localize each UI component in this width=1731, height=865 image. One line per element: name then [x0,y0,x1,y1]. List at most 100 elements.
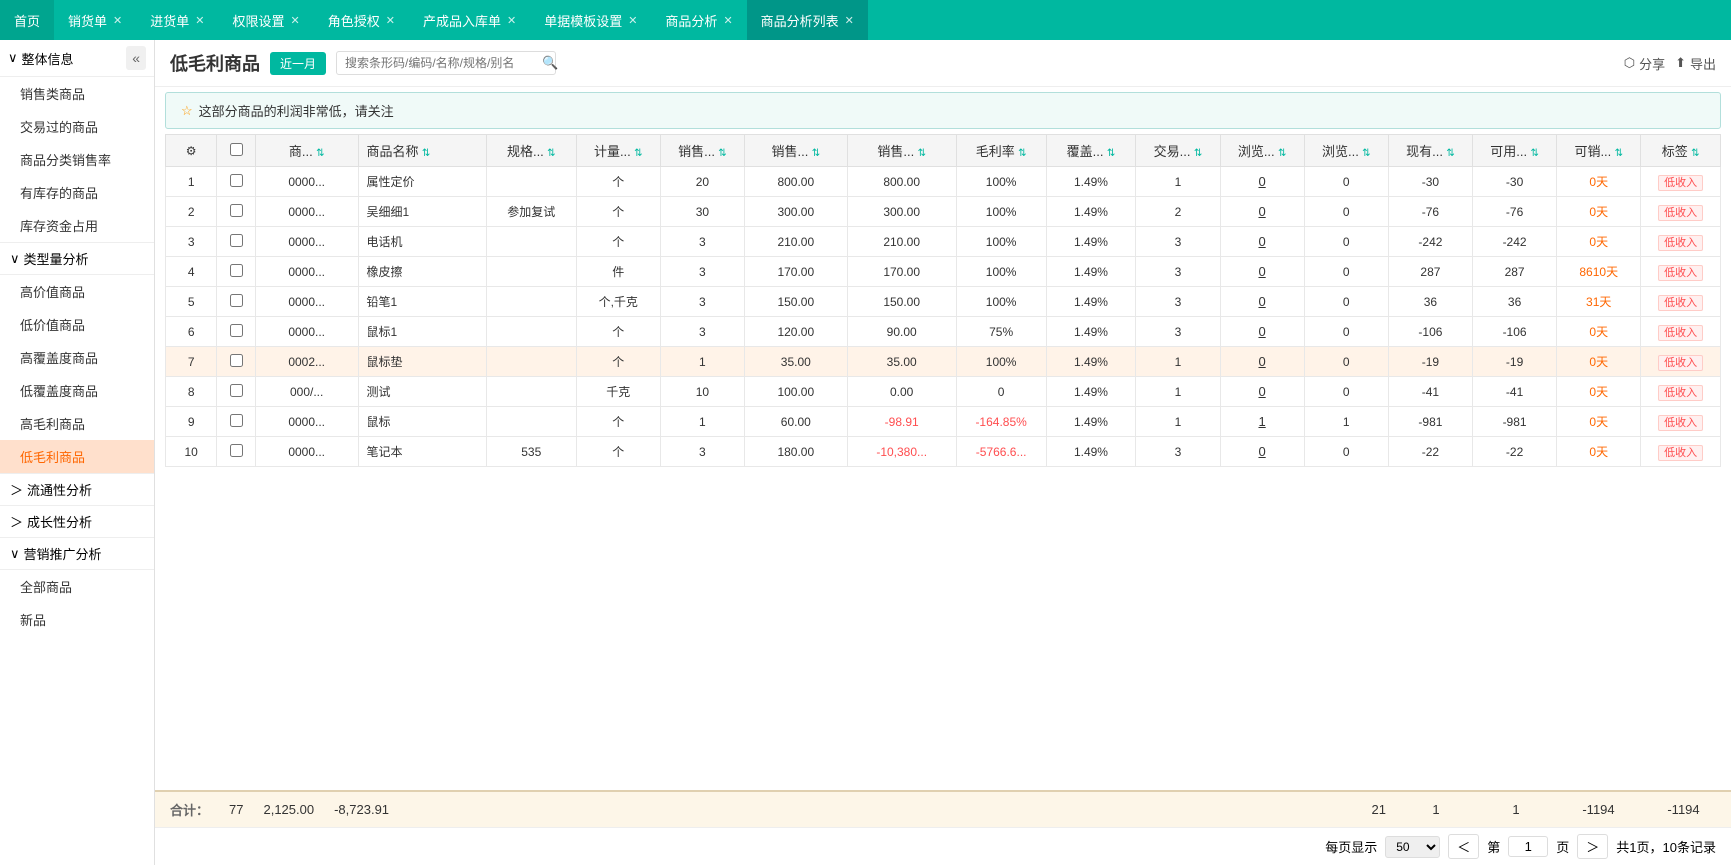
row-view1-1[interactable]: 0 [1220,167,1304,197]
next-page-button[interactable]: ＞ [1577,834,1608,859]
row-avail-stock-1: -30 [1473,167,1557,197]
th-checkbox[interactable] [217,135,256,167]
row-gross-rate-1: 100% [956,167,1046,197]
row-view1-3[interactable]: 0 [1220,227,1304,257]
row-avail-stock-6: -106 [1473,317,1557,347]
sidebar-item-high-coverage[interactable]: 高覆盖度商品 [0,341,154,374]
row-checkbox-7[interactable] [217,347,256,377]
row-view1-7[interactable]: 0 [1220,347,1304,377]
sidebar-collapse-button[interactable]: « [126,46,146,70]
th-settings[interactable]: ⚙ [166,135,217,167]
th-sale-amount[interactable]: 销售... ⇅ [847,135,956,167]
nav-item-analysis-list[interactable]: 商品分析列表 ✕ [747,0,868,40]
sidebar-item-stocked-goods[interactable]: 有库存的商品 [0,176,154,209]
nav-item-home[interactable]: 首页 [0,0,54,40]
row-sale-qty-7: 1 [660,347,744,377]
page-number-input[interactable] [1508,836,1548,857]
th-avail-stock[interactable]: 可用... ⇅ [1473,135,1557,167]
row-view1-6[interactable]: 0 [1220,317,1304,347]
th-code[interactable]: 商... ⇅ [255,135,358,167]
row-sale-days-6: 0天 [1557,317,1641,347]
row-checkbox-5[interactable] [217,287,256,317]
sidebar-group-marketing[interactable]: ∨ 营销推广分析 [0,537,154,570]
nav-templates-label: 单据模板设置 [544,11,622,30]
row-trans-7: 1 [1136,347,1220,377]
nav-roles-close[interactable]: ✕ [386,14,395,27]
pagination: 每页显示 50 100 200 ＜ 第 页 ＞ 共1页，10条记录 [155,827,1731,865]
th-view1[interactable]: 浏览... ⇅ [1220,135,1304,167]
prev-page-button[interactable]: ＜ [1448,834,1479,859]
row-view1-4[interactable]: 0 [1220,257,1304,287]
nav-item-roles[interactable]: 角色授权 ✕ [314,0,409,40]
share-button[interactable]: ⬡ 分享 [1624,54,1665,73]
sidebar-group-overall[interactable]: ∨ 整体信息 [8,49,74,68]
th-trans[interactable]: 交易... ⇅ [1136,135,1220,167]
row-view1-9[interactable]: 1 [1220,407,1304,437]
sidebar-group-growth-analysis[interactable]: ＞ 成长性分析 [0,505,154,537]
nav-permissions-close[interactable]: ✕ [291,14,300,27]
row-view1-10[interactable]: 0 [1220,437,1304,467]
th-sale-days[interactable]: 可销... ⇅ [1557,135,1641,167]
row-checkbox-1[interactable] [217,167,256,197]
nav-item-purchase[interactable]: 进货单 ✕ [136,0,218,40]
nav-item-templates[interactable]: 单据模板设置 ✕ [530,0,651,40]
nav-item-products[interactable]: 产成品入库单 ✕ [409,0,530,40]
sidebar-item-traded-goods[interactable]: 交易过的商品 [0,110,154,143]
row-view1-5[interactable]: 0 [1220,287,1304,317]
nav-products-close[interactable]: ✕ [507,14,516,27]
nav-analysis-list-close[interactable]: ✕ [845,14,854,27]
period-button[interactable]: 近一月 [270,52,326,75]
sidebar-item-high-value[interactable]: 高价值商品 [0,275,154,308]
row-cover-7: 1.49% [1046,347,1136,377]
row-checkbox-9[interactable] [217,407,256,437]
th-name[interactable]: 商品名称 ⇅ [358,135,486,167]
page-size-select[interactable]: 50 100 200 [1385,836,1440,858]
row-view1-8[interactable]: 0 [1220,377,1304,407]
th-tag[interactable]: 标签 ⇅ [1641,135,1721,167]
nav-item-sales[interactable]: 销货单 ✕ [54,0,136,40]
nav-purchase-close[interactable]: ✕ [195,14,204,27]
th-view2[interactable]: 浏览... ⇅ [1304,135,1388,167]
sidebar-item-low-coverage[interactable]: 低覆盖度商品 [0,374,154,407]
sidebar-item-new-goods[interactable]: 新品 [0,603,154,636]
sidebar-item-low-profit[interactable]: 低毛利商品 [0,440,154,473]
row-num-10: 10 [166,437,217,467]
row-checkbox-8[interactable] [217,377,256,407]
row-checkbox-6[interactable] [217,317,256,347]
sidebar-item-stock-capital[interactable]: 库存资金占用 [0,209,154,242]
row-checkbox-3[interactable] [217,227,256,257]
sidebar-item-category-sales[interactable]: 商品分类销售率 [0,143,154,176]
select-all-checkbox[interactable] [230,143,243,156]
sidebar-group-type-analysis[interactable]: ∨ 类型量分析 [0,242,154,275]
nav-item-permissions[interactable]: 权限设置 ✕ [218,0,313,40]
th-cover[interactable]: 覆盖... ⇅ [1046,135,1136,167]
row-checkbox-10[interactable] [217,437,256,467]
row-view1-2[interactable]: 0 [1220,197,1304,227]
row-name-1: 属性定价 [358,167,486,197]
row-cover-9: 1.49% [1046,407,1136,437]
export-button[interactable]: ⬆ 导出 [1675,54,1716,73]
th-curr-stock[interactable]: 现有... ⇅ [1388,135,1472,167]
th-unit[interactable]: 计量... ⇅ [576,135,660,167]
search-input[interactable] [336,51,556,75]
th-sale-qty[interactable]: 销售... ⇅ [660,135,744,167]
search-icon[interactable]: 🔍 [542,55,558,71]
th-gross-rate[interactable]: 毛利率 ⇅ [956,135,1046,167]
nav-templates-close[interactable]: ✕ [628,14,637,27]
row-checkbox-4[interactable] [217,257,256,287]
th-spec[interactable]: 规格... ⇅ [486,135,576,167]
sidebar-item-sales-goods[interactable]: 销售类商品 [0,77,154,110]
sidebar-item-all-goods[interactable]: 全部商品 [0,570,154,603]
nav-analysis-close[interactable]: ✕ [723,14,732,27]
nav-sales-close[interactable]: ✕ [113,14,122,27]
row-trans-3: 3 [1136,227,1220,257]
row-checkbox-2[interactable] [217,197,256,227]
th-sale-price[interactable]: 销售... ⇅ [744,135,847,167]
nav-item-analysis[interactable]: 商品分析 ✕ [651,0,746,40]
export-label: 导出 [1690,54,1716,73]
sidebar-item-low-value[interactable]: 低价值商品 [0,308,154,341]
sort-code-icon: ⇅ [316,148,324,159]
sidebar-group-flow-analysis[interactable]: ＞ 流通性分析 [0,473,154,505]
row-curr-stock-5: 36 [1388,287,1472,317]
sidebar-item-high-profit[interactable]: 高毛利商品 [0,407,154,440]
